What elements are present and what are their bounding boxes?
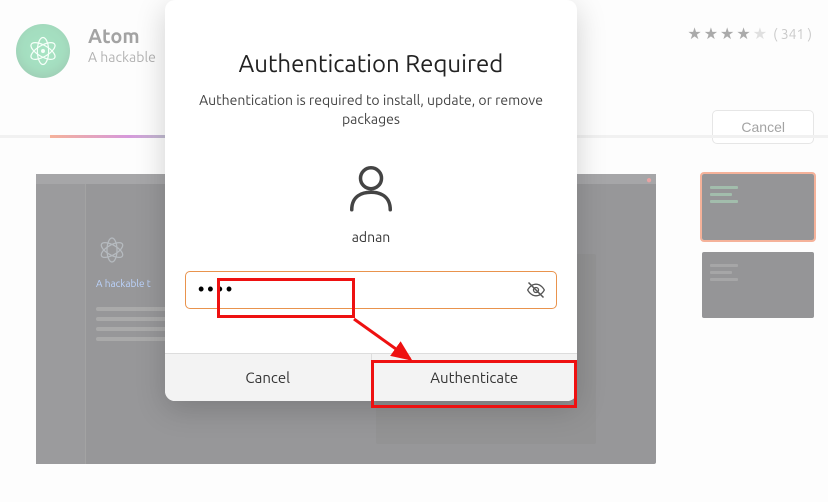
dialog-buttons: Cancel Authenticate xyxy=(165,353,577,401)
authenticate-button[interactable]: Authenticate xyxy=(372,354,578,401)
toggle-password-visibility-button[interactable] xyxy=(516,280,556,300)
password-field-wrap xyxy=(185,271,557,309)
user-icon xyxy=(343,159,399,219)
eye-off-icon xyxy=(526,280,546,300)
password-input[interactable] xyxy=(186,272,516,308)
user-block: adnan xyxy=(165,159,577,245)
dialog-title: Authentication Required xyxy=(165,50,577,77)
username-label: adnan xyxy=(352,229,391,245)
auth-dialog: Authentication Required Authentication i… xyxy=(165,0,577,401)
cancel-button[interactable]: Cancel xyxy=(165,354,372,401)
dialog-subtitle: Authentication is required to install, u… xyxy=(195,91,547,129)
